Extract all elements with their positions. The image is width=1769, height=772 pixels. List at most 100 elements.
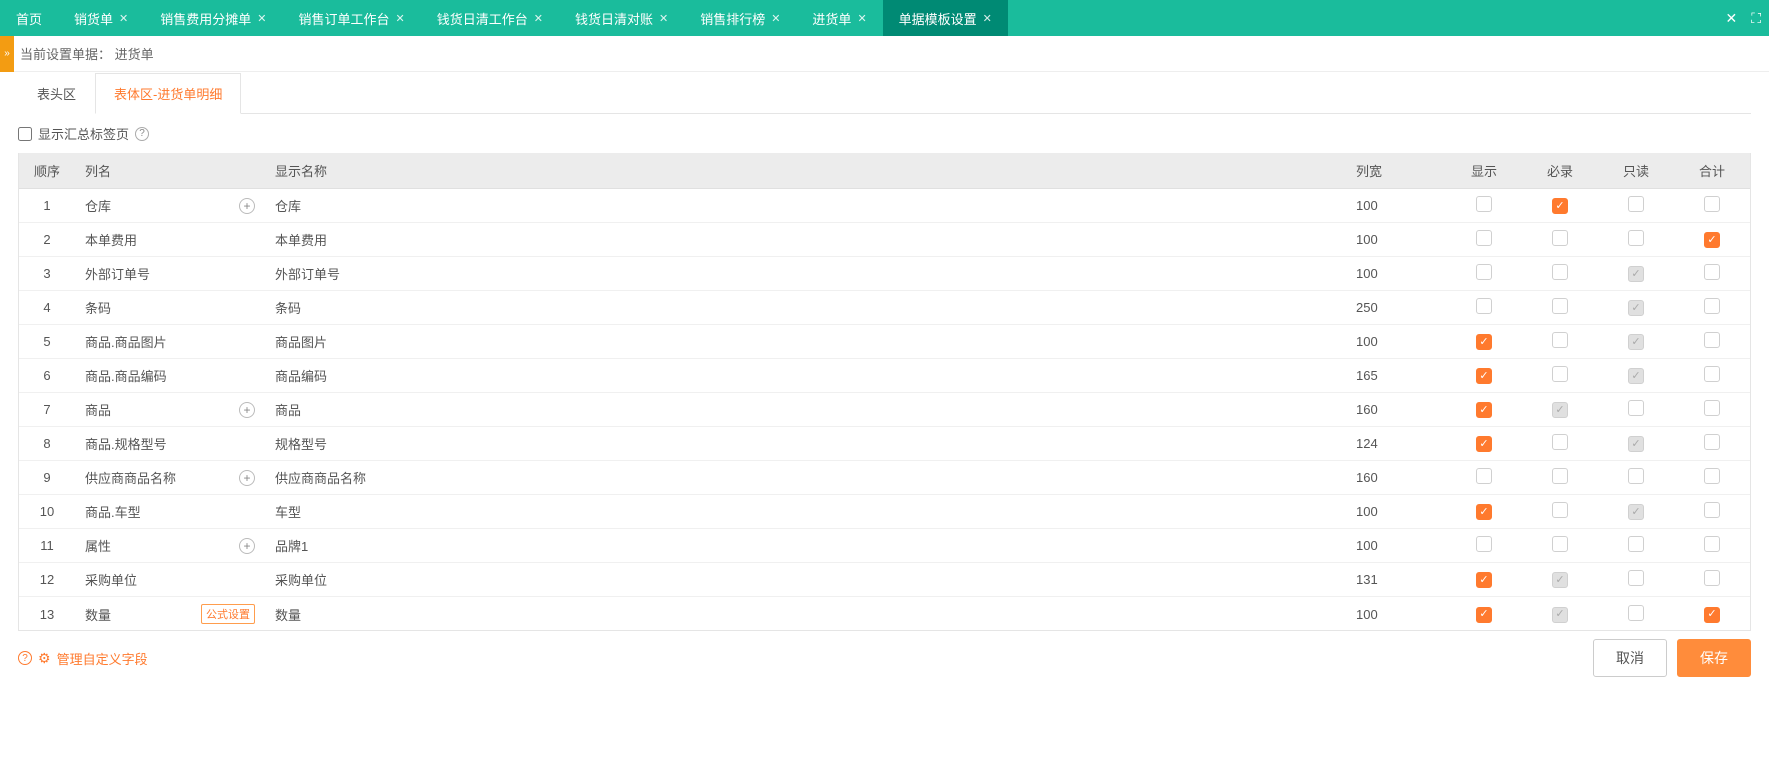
checkbox-total[interactable]: [1704, 468, 1720, 484]
checkbox-readonly[interactable]: [1628, 196, 1644, 212]
cell-width[interactable]: 165: [1346, 359, 1446, 393]
top-tab[interactable]: 销售费用分摊单✕: [144, 0, 282, 36]
checkbox-required[interactable]: [1552, 298, 1568, 314]
checkbox-total[interactable]: [1704, 502, 1720, 518]
cell-display-name[interactable]: 条码: [265, 291, 1346, 325]
checkbox-show[interactable]: [1476, 334, 1492, 350]
checkbox-readonly[interactable]: [1628, 400, 1644, 416]
checkbox-required[interactable]: [1552, 198, 1568, 214]
checkbox-readonly[interactable]: [1628, 536, 1644, 552]
checkbox-total[interactable]: [1704, 434, 1720, 450]
cell-display-name[interactable]: 仓库: [265, 189, 1346, 223]
cell-display-name[interactable]: 外部订单号: [265, 257, 1346, 291]
checkbox-total[interactable]: [1704, 196, 1720, 212]
checkbox-total[interactable]: [1704, 607, 1720, 623]
top-tab[interactable]: 首页: [0, 0, 58, 36]
cell-width[interactable]: 160: [1346, 461, 1446, 495]
close-icon[interactable]: ✕: [983, 12, 992, 25]
chevron-right-icon[interactable]: »: [0, 36, 14, 72]
cell-display-name[interactable]: 品牌1: [265, 529, 1346, 563]
checkbox-required[interactable]: [1552, 536, 1568, 552]
close-icon[interactable]: ✕: [257, 12, 266, 25]
checkbox-total[interactable]: [1704, 570, 1720, 586]
checkbox-total[interactable]: [1704, 536, 1720, 552]
checkbox-show[interactable]: [1476, 607, 1492, 623]
checkbox-show[interactable]: [1476, 572, 1492, 588]
checkbox-required[interactable]: [1552, 366, 1568, 382]
checkbox-readonly[interactable]: [1628, 468, 1644, 484]
cell-width[interactable]: 124: [1346, 427, 1446, 461]
top-tab[interactable]: 钱货日清对账✕: [559, 0, 684, 36]
checkbox-show[interactable]: [1476, 230, 1492, 246]
plus-icon[interactable]: +: [239, 198, 255, 214]
top-tab[interactable]: 销售排行榜✕: [684, 0, 796, 36]
checkbox-show[interactable]: [1476, 196, 1492, 212]
config-tab[interactable]: 表体区-进货单明细: [95, 73, 241, 114]
checkbox-required[interactable]: [1552, 468, 1568, 484]
plus-icon[interactable]: +: [239, 538, 255, 554]
checkbox-show[interactable]: [1476, 298, 1492, 314]
close-icon[interactable]: ✕: [857, 12, 866, 25]
checkbox-total[interactable]: [1704, 332, 1720, 348]
cell-width[interactable]: 100: [1346, 597, 1446, 632]
checkbox-total[interactable]: [1704, 232, 1720, 248]
cell-display-name[interactable]: 商品: [265, 393, 1346, 427]
show-summary-tab-checkbox[interactable]: [18, 127, 32, 141]
checkbox-required[interactable]: [1552, 264, 1568, 280]
fullscreen-icon[interactable]: ⛶: [1751, 10, 1761, 27]
cell-width[interactable]: 131: [1346, 563, 1446, 597]
plus-icon[interactable]: +: [239, 402, 255, 418]
cell-display-name[interactable]: 数量: [265, 597, 1346, 632]
top-tab[interactable]: 销售订单工作台✕: [282, 0, 420, 36]
checkbox-total[interactable]: [1704, 366, 1720, 382]
cell-display-name[interactable]: 供应商商品名称: [265, 461, 1346, 495]
cell-width[interactable]: 100: [1346, 257, 1446, 291]
checkbox-readonly[interactable]: [1628, 605, 1644, 621]
top-tab[interactable]: 钱货日清工作台✕: [421, 0, 559, 36]
checkbox-required[interactable]: [1552, 332, 1568, 348]
close-all-tabs-icon[interactable]: ✕: [1725, 10, 1737, 27]
save-button[interactable]: 保存: [1677, 639, 1751, 677]
checkbox-show[interactable]: [1476, 504, 1492, 520]
checkbox-required[interactable]: [1552, 502, 1568, 518]
checkbox-readonly[interactable]: [1628, 230, 1644, 246]
top-tab[interactable]: 销货单✕: [58, 0, 144, 36]
checkbox-total[interactable]: [1704, 298, 1720, 314]
checkbox-required[interactable]: [1552, 434, 1568, 450]
cancel-button[interactable]: 取消: [1593, 639, 1667, 677]
cell-display-name[interactable]: 商品编码: [265, 359, 1346, 393]
cell-display-name[interactable]: 采购单位: [265, 563, 1346, 597]
cell-display-name[interactable]: 商品图片: [265, 325, 1346, 359]
cell-display-name[interactable]: 规格型号: [265, 427, 1346, 461]
cell-display-name[interactable]: 本单费用: [265, 223, 1346, 257]
cell-width[interactable]: 250: [1346, 291, 1446, 325]
cell-width[interactable]: 160: [1346, 393, 1446, 427]
close-icon[interactable]: ✕: [771, 12, 780, 25]
checkbox-show[interactable]: [1476, 368, 1492, 384]
cell-width[interactable]: 100: [1346, 495, 1446, 529]
checkbox-show[interactable]: [1476, 468, 1492, 484]
config-tab[interactable]: 表头区: [18, 73, 95, 114]
checkbox-show[interactable]: [1476, 436, 1492, 452]
checkbox-show[interactable]: [1476, 402, 1492, 418]
cell-display-name[interactable]: 车型: [265, 495, 1346, 529]
close-icon[interactable]: ✕: [396, 12, 405, 25]
checkbox-readonly[interactable]: [1628, 570, 1644, 586]
checkbox-required[interactable]: [1552, 230, 1568, 246]
close-icon[interactable]: ✕: [119, 12, 128, 25]
help-icon[interactable]: ?: [135, 127, 149, 141]
cell-width[interactable]: 100: [1346, 189, 1446, 223]
checkbox-total[interactable]: [1704, 400, 1720, 416]
checkbox-show[interactable]: [1476, 536, 1492, 552]
cell-width[interactable]: 100: [1346, 325, 1446, 359]
close-icon[interactable]: ✕: [534, 12, 543, 25]
formula-settings-tag[interactable]: 公式设置: [201, 604, 255, 624]
close-icon[interactable]: ✕: [659, 12, 668, 25]
top-tab[interactable]: 单据模板设置✕: [883, 0, 1008, 36]
help-icon[interactable]: ?: [18, 651, 32, 665]
checkbox-show[interactable]: [1476, 264, 1492, 280]
top-tab[interactable]: 进货单✕: [796, 0, 882, 36]
manage-custom-fields-link[interactable]: 管理自定义字段: [57, 649, 148, 668]
plus-icon[interactable]: +: [239, 470, 255, 486]
checkbox-total[interactable]: [1704, 264, 1720, 280]
